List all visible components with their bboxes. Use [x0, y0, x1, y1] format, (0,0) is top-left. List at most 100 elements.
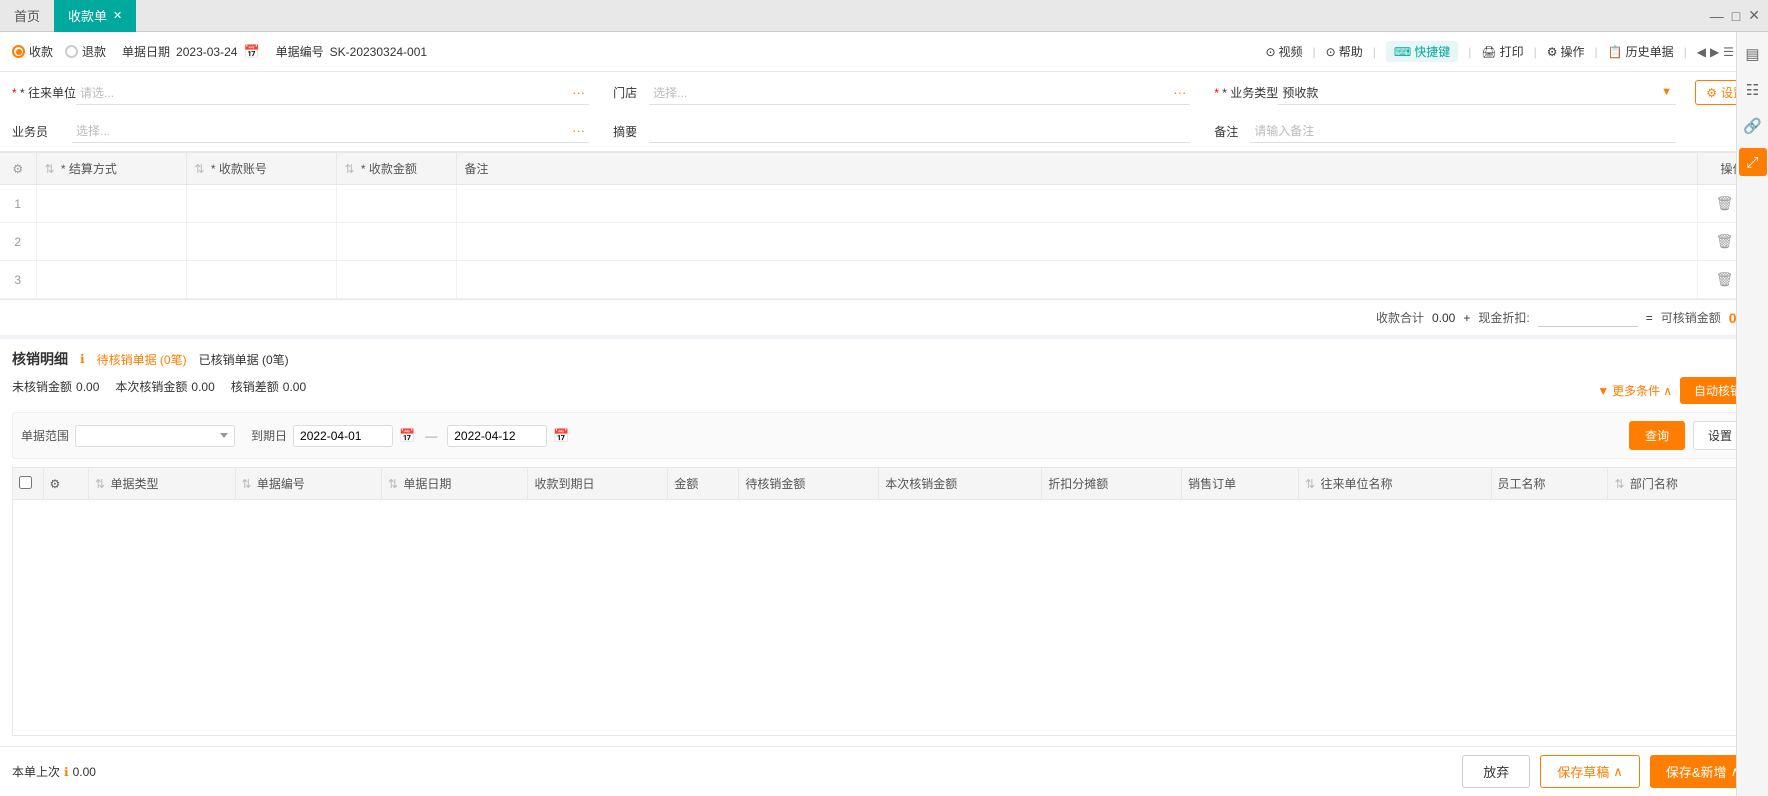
tab-home-label: 首页	[14, 6, 40, 25]
row-2-settlement[interactable]	[36, 223, 186, 261]
row-1-amount[interactable]	[336, 185, 456, 223]
abandon-btn[interactable]: 放弃	[1462, 755, 1530, 788]
print-label: 打印	[1500, 43, 1524, 60]
stat-diff-value: 0.00	[283, 380, 306, 394]
list-view-icon[interactable]: ☰	[1723, 45, 1734, 59]
operation-btn[interactable]: ⚙ 操作	[1547, 43, 1585, 60]
calc-row: 收款合计 0.00 + 现金折扣: = 可核销金额 0.00	[0, 299, 1768, 335]
plus-sign: +	[1463, 311, 1470, 325]
staff-input-wrap[interactable]: 选择... ···	[72, 119, 589, 143]
gear-icon[interactable]: ⚙	[12, 162, 23, 176]
receipt-type-group: 收款 退款	[12, 43, 106, 60]
video-btn[interactable]: ⊙ 视频	[1265, 43, 1302, 60]
biz-type-input-wrap[interactable]: 预收款 ▼	[1278, 81, 1676, 105]
discount-input[interactable]	[1538, 308, 1638, 327]
verify-stats: 未核销金额 0.00 本次核销金额 0.00 核销差额 0.00	[12, 378, 306, 395]
store-input-wrap[interactable]: 选择... ···	[649, 81, 1190, 105]
row-3-delete-icon[interactable]: 🗑	[1716, 271, 1734, 288]
calendar-icon[interactable]: 📅	[243, 44, 259, 60]
col-bill-no-sort[interactable]: ⇅	[242, 477, 252, 491]
row-3-settlement[interactable]	[36, 261, 186, 299]
row-3-amount[interactable]	[336, 261, 456, 299]
draft-btn[interactable]: 保存草稿 ∧	[1540, 755, 1640, 788]
store-more-icon[interactable]: ···	[1169, 85, 1190, 100]
filter-action-btns: 查询 设置	[1629, 421, 1747, 450]
row-3-index: 3	[0, 261, 36, 299]
staff-field: 业务员 选择... ···	[12, 119, 589, 143]
biz-type-dropdown-icon[interactable]: ▼	[1657, 86, 1676, 98]
right-panel-expand-icon[interactable]: ⤢	[1739, 148, 1767, 176]
equals-sign: =	[1646, 311, 1653, 325]
col-gear-bottom[interactable]: ⚙	[43, 468, 89, 500]
counterpart-field: * 往来单位 请选... ···	[12, 81, 589, 105]
col-dept-sort[interactable]: ⇅	[1614, 477, 1624, 491]
counterpart-more-icon[interactable]: ···	[568, 85, 589, 100]
right-panel-list-icon[interactable]: ☷	[1739, 76, 1767, 104]
shortcut-icon: ⌨	[1394, 45, 1411, 59]
row-1-delete-icon[interactable]: 🗑	[1716, 195, 1734, 212]
video-icon: ⊙	[1265, 45, 1275, 59]
window-minimize-icon[interactable]: —	[1710, 8, 1724, 24]
range-select[interactable]	[75, 425, 235, 447]
counterpart-placeholder: 请选...	[76, 82, 568, 103]
radio-refund[interactable]: 退款	[65, 43, 106, 60]
row-1-remark[interactable]	[456, 185, 1698, 223]
footer-info-icon[interactable]: ℹ	[64, 765, 69, 779]
pending-tab[interactable]: 待核销单据 (0笔)	[97, 351, 187, 368]
prev-icon[interactable]: ◀	[1697, 45, 1706, 59]
gear-bottom-icon[interactable]: ⚙	[50, 477, 61, 491]
next-icon[interactable]: ▶	[1710, 45, 1719, 59]
row-3-account[interactable]	[186, 261, 336, 299]
stat-this-verify: 本次核销金额 0.00	[115, 378, 214, 395]
row-2-delete-icon[interactable]: 🗑	[1716, 233, 1734, 250]
row-2-account[interactable]	[186, 223, 336, 261]
due-date-field: 到期日 📅 — 📅	[251, 425, 569, 447]
query-btn[interactable]: 查询	[1629, 421, 1685, 450]
right-panel-table-icon[interactable]: ▤	[1739, 40, 1767, 68]
stat-diff-label: 核销差额	[231, 378, 279, 395]
tab-close-icon[interactable]: ✕	[113, 9, 122, 22]
row-2-amount[interactable]	[336, 223, 456, 261]
select-all-checkbox[interactable]	[19, 476, 32, 489]
col-bill-date-sort[interactable]: ⇅	[388, 477, 398, 491]
more-filter-btn[interactable]: ▼ 更多条件 ∧	[1597, 382, 1672, 399]
col-account-label: * 收款账号	[211, 162, 267, 176]
right-panel-link-icon[interactable]: 🔗	[1739, 112, 1767, 140]
radio-receipt[interactable]: 收款	[12, 43, 53, 60]
verify-info-icon[interactable]: ℹ	[80, 352, 85, 366]
window-maximize-icon[interactable]: □	[1732, 8, 1740, 24]
window-close-icon[interactable]: ✕	[1748, 7, 1760, 24]
tab-receipt[interactable]: 收款单 ✕	[54, 0, 136, 32]
tab-home[interactable]: 首页	[0, 0, 54, 32]
col-amount-sort-icon[interactable]: ⇅	[345, 162, 355, 176]
row-3-remark[interactable]	[456, 261, 1698, 299]
staff-more-icon[interactable]: ···	[568, 123, 589, 138]
help-btn[interactable]: ⊙ 帮助	[1326, 43, 1363, 60]
date-from-calendar-icon[interactable]: 📅	[399, 428, 415, 444]
date-to-calendar-icon[interactable]: 📅	[553, 428, 569, 444]
row-1-settlement[interactable]	[36, 185, 186, 223]
history-btn[interactable]: 📋 历史单据	[1608, 43, 1674, 60]
col-gear[interactable]: ⚙	[0, 153, 36, 185]
row-2-remark[interactable]	[456, 223, 1698, 261]
bottom-table-wrap: ⚙ ⇅ 单据类型 ⇅ 单据编号 ⇅ 单据日期	[12, 467, 1756, 736]
remark-input-wrap[interactable]: 请输入备注	[1250, 119, 1676, 143]
done-tab[interactable]: 已核销单据 (0笔)	[199, 351, 289, 368]
col-bill-type-sort[interactable]: ⇅	[95, 477, 105, 491]
date-from-input[interactable]	[293, 425, 393, 447]
total-value: 0.00	[1432, 311, 1455, 325]
date-to-input[interactable]	[447, 425, 547, 447]
counterpart-input-wrap[interactable]: 请选... ···	[76, 81, 589, 105]
row-1-account[interactable]	[186, 185, 336, 223]
print-btn[interactable]: 🖨 打印	[1481, 43, 1523, 60]
summary-input-wrap[interactable]	[649, 119, 1190, 143]
biz-type-value: 预收款	[1278, 82, 1657, 103]
col-counterpart-sort[interactable]: ⇅	[1305, 477, 1315, 491]
col-settlement-sort-icon[interactable]: ⇅	[45, 162, 55, 176]
pending-count: 0笔	[164, 353, 183, 367]
row-2-index: 2	[0, 223, 36, 261]
col-checkbox[interactable]	[13, 468, 43, 500]
shortcut-btn[interactable]: ⌨ 快捷键	[1386, 41, 1458, 62]
col-account-sort-icon[interactable]: ⇅	[195, 162, 205, 176]
this-bill-label: 本单上次	[12, 763, 60, 780]
